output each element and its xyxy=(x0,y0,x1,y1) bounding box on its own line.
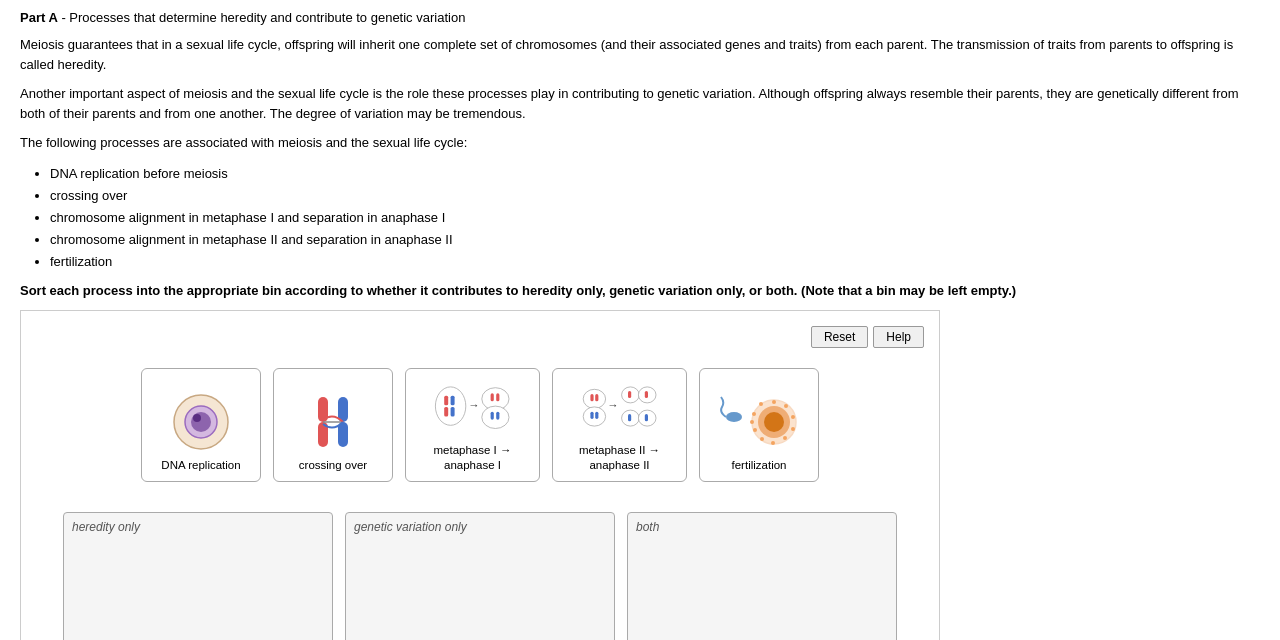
paragraph-1: Meiosis guarantees that in a sexual life… xyxy=(20,35,1260,74)
crossing-over-icon xyxy=(293,392,373,452)
svg-point-3 xyxy=(193,414,201,422)
crossing-over-svg xyxy=(303,392,363,452)
card-crossing-over-label: crossing over xyxy=(299,458,367,473)
dna-replication-icon xyxy=(161,392,241,452)
svg-rect-23 xyxy=(590,395,593,402)
bins-row: heredity only genetic variation only bot… xyxy=(36,512,924,640)
svg-point-50 xyxy=(771,441,775,445)
dna-replication-svg xyxy=(171,392,231,452)
bullet-4: chromosome alignment in metaphase II and… xyxy=(50,229,1260,251)
svg-rect-10 xyxy=(444,396,448,406)
bin-genetic-variation-only-label: genetic variation only xyxy=(354,520,467,534)
svg-rect-19 xyxy=(490,412,493,420)
svg-point-47 xyxy=(791,415,795,419)
bin-both[interactable]: both xyxy=(627,512,897,640)
svg-rect-24 xyxy=(595,395,598,402)
metaphase2-svg: → xyxy=(580,379,660,434)
svg-rect-13 xyxy=(450,407,454,417)
svg-rect-18 xyxy=(496,394,499,402)
metaphase1-svg: → xyxy=(433,379,513,434)
svg-text:→: → xyxy=(468,400,479,412)
card-dna-replication[interactable]: DNA replication xyxy=(141,368,261,482)
svg-rect-35 xyxy=(644,415,647,422)
svg-rect-20 xyxy=(496,412,499,420)
bin-genetic-variation-only[interactable]: genetic variation only xyxy=(345,512,615,640)
reset-button[interactable]: Reset xyxy=(811,326,868,348)
svg-text:→: → xyxy=(607,400,618,412)
paragraph-2: Another important aspect of meiosis and … xyxy=(20,84,1260,123)
bullet-2: crossing over xyxy=(50,185,1260,207)
card-metaphase2-label: metaphase II →anaphase II xyxy=(579,443,660,473)
card-dna-replication-label: DNA replication xyxy=(161,458,240,473)
bullet-1: DNA replication before meiosis xyxy=(50,163,1260,185)
svg-rect-11 xyxy=(450,396,454,406)
svg-point-40 xyxy=(764,412,784,432)
svg-point-42 xyxy=(750,420,754,424)
cards-row: DNA replication crossing xyxy=(36,368,924,482)
svg-point-41 xyxy=(752,412,756,416)
fertilization-svg xyxy=(719,392,799,452)
card-metaphase2[interactable]: → metaphase II →anaphase II xyxy=(552,368,687,482)
bullet-5: fertilization xyxy=(50,251,1260,273)
svg-point-36 xyxy=(726,412,742,422)
metaphase1-icon: → xyxy=(433,377,513,437)
paragraph-3-intro: The following processes are associated w… xyxy=(20,133,1260,153)
sort-instruction: Sort each process into the appropriate b… xyxy=(20,283,1260,298)
svg-point-9 xyxy=(435,387,465,425)
svg-rect-26 xyxy=(595,412,598,419)
part-a-title: Part A - Processes that determine heredi… xyxy=(20,10,1260,25)
svg-point-45 xyxy=(772,400,776,404)
svg-rect-17 xyxy=(490,394,493,402)
svg-point-48 xyxy=(791,427,795,431)
svg-point-21 xyxy=(583,390,605,409)
part-a-label: Part A xyxy=(20,10,58,25)
help-button[interactable]: Help xyxy=(873,326,924,348)
svg-point-22 xyxy=(583,407,605,426)
card-fertilization[interactable]: fertilization xyxy=(699,368,819,482)
top-bar: Reset Help xyxy=(36,326,924,348)
bullet-list: DNA replication before meiosis crossing … xyxy=(50,163,1260,273)
svg-rect-25 xyxy=(590,412,593,419)
bin-heredity-only-label: heredity only xyxy=(72,520,140,534)
svg-point-43 xyxy=(753,428,757,432)
card-metaphase1-label: metaphase I →anaphase I xyxy=(434,443,512,473)
svg-rect-34 xyxy=(628,415,631,422)
svg-point-46 xyxy=(784,404,788,408)
svg-point-16 xyxy=(481,407,508,429)
card-fertilization-label: fertilization xyxy=(732,458,787,473)
svg-rect-12 xyxy=(444,407,448,417)
svg-point-44 xyxy=(759,402,763,406)
svg-rect-32 xyxy=(628,391,631,398)
metaphase2-icon: → xyxy=(580,377,660,437)
bin-both-label: both xyxy=(636,520,659,534)
card-crossing-over[interactable]: crossing over xyxy=(273,368,393,482)
svg-rect-33 xyxy=(644,391,647,398)
bin-heredity-only[interactable]: heredity only xyxy=(63,512,333,640)
main-container: Reset Help DNA replication xyxy=(20,310,940,640)
fertilization-icon xyxy=(719,392,799,452)
svg-point-51 xyxy=(760,437,764,441)
svg-point-49 xyxy=(783,436,787,440)
svg-point-2 xyxy=(191,412,211,432)
bullet-3: chromosome alignment in metaphase I and … xyxy=(50,207,1260,229)
card-metaphase1[interactable]: → metaphase I →anaphase I xyxy=(405,368,540,482)
